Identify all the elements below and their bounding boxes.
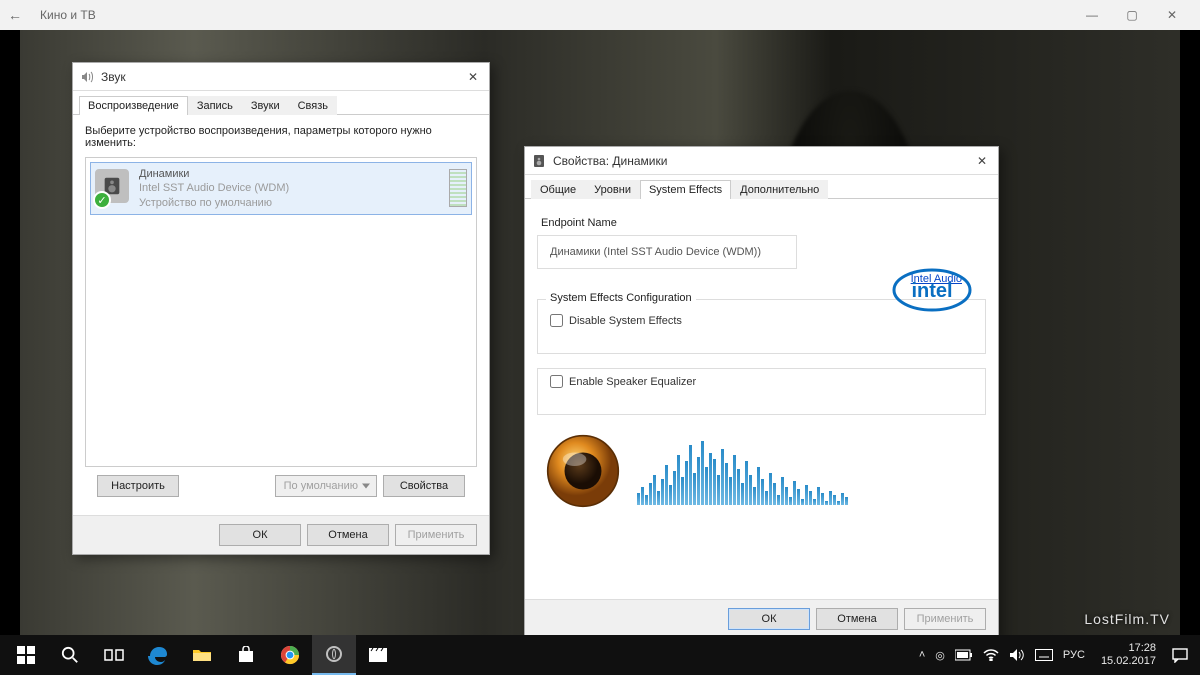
- endpoint-name-box: Динамики (Intel SST Audio Device (WDM)): [537, 235, 797, 269]
- device-driver: Intel SST Audio Device (WDM): [139, 181, 449, 195]
- instruction-text: Выберите устройство воспроизведения, пар…: [85, 125, 477, 149]
- device-item-speakers[interactable]: ✓ Динамики Intel SST Audio Device (WDM) …: [90, 162, 472, 215]
- app-icon-active[interactable]: [312, 635, 356, 675]
- taskbar: ˄ ◎ РУС 17:28 15.02.2017: [0, 635, 1200, 675]
- sound-dialog: Звук ✕ Воспроизведение Запись Звуки Связ…: [72, 62, 490, 555]
- wifi-icon[interactable]: [983, 649, 999, 661]
- svg-text:intel: intel: [911, 280, 952, 302]
- sound-dialog-title: Звук: [101, 70, 126, 84]
- app-title: Кино и ТВ: [40, 8, 96, 22]
- set-default-button[interactable]: По умолчанию: [275, 475, 377, 497]
- properties-tabs: Общие Уровни System Effects Дополнительн…: [525, 175, 998, 199]
- battery-icon[interactable]: [955, 649, 973, 661]
- edge-icon[interactable]: [136, 635, 180, 675]
- movies-tv-icon[interactable]: [356, 635, 400, 675]
- location-icon[interactable]: ◎: [935, 649, 945, 662]
- tab-general[interactable]: Общие: [531, 180, 585, 199]
- close-button[interactable]: ✕: [1152, 8, 1192, 22]
- level-meter: [449, 169, 467, 207]
- tab-recording[interactable]: Запись: [188, 96, 242, 115]
- device-status: Устройство по умолчанию: [139, 196, 449, 210]
- device-name: Динамики: [139, 167, 449, 181]
- properties-button[interactable]: Свойства: [383, 475, 465, 497]
- volume-icon[interactable]: [1009, 648, 1025, 662]
- action-center-icon[interactable]: [1172, 647, 1188, 663]
- cancel-button[interactable]: Отмена: [816, 608, 898, 630]
- clock[interactable]: 17:28 15.02.2017: [1095, 642, 1162, 667]
- properties-title: Свойства: Динамики: [553, 154, 667, 168]
- system-effects-group-label: System Effects Configuration: [546, 292, 696, 304]
- tab-advanced[interactable]: Дополнительно: [731, 180, 828, 199]
- store-icon[interactable]: [224, 635, 268, 675]
- start-button[interactable]: [4, 635, 48, 675]
- properties-titlebar[interactable]: Свойства: Динамики ✕: [525, 147, 998, 175]
- cancel-button[interactable]: Отмена: [307, 524, 389, 546]
- ok-button[interactable]: ОК: [728, 608, 810, 630]
- close-icon[interactable]: ✕: [463, 67, 483, 87]
- tab-system-effects[interactable]: System Effects: [640, 180, 731, 199]
- language-indicator[interactable]: РУС: [1063, 649, 1085, 661]
- clock-date: 15.02.2017: [1101, 655, 1156, 668]
- video-watermark: LostFilm.TV: [1084, 611, 1170, 627]
- system-tray: ˄ ◎ РУС 17:28 15.02.2017: [911, 642, 1196, 667]
- check-icon: ✓: [93, 191, 111, 209]
- search-icon[interactable]: [48, 635, 92, 675]
- properties-dialog: Свойства: Динамики ✕ Общие Уровни System…: [524, 146, 999, 639]
- speaker-small-icon: [531, 153, 547, 169]
- file-explorer-icon[interactable]: [180, 635, 224, 675]
- ok-button[interactable]: ОК: [219, 524, 301, 546]
- equalizer-graphic: [637, 437, 848, 505]
- sound-tabs: Воспроизведение Запись Звуки Связь: [73, 91, 489, 115]
- keyboard-icon[interactable]: [1035, 649, 1053, 661]
- enable-speaker-equalizer-checkbox[interactable]: Enable Speaker Equalizer: [548, 369, 975, 404]
- visualization-row: [537, 429, 986, 513]
- maximize-button[interactable]: ▢: [1112, 8, 1152, 22]
- apply-button[interactable]: Применить: [904, 608, 986, 630]
- apply-button[interactable]: Применить: [395, 524, 477, 546]
- device-list[interactable]: ✓ Динамики Intel SST Audio Device (WDM) …: [85, 157, 477, 467]
- tab-playback[interactable]: Воспроизведение: [79, 96, 188, 115]
- tab-communications[interactable]: Связь: [289, 96, 337, 115]
- close-icon[interactable]: ✕: [972, 151, 992, 171]
- intel-logo: intel: [890, 265, 974, 315]
- disable-effects-input[interactable]: [550, 314, 563, 327]
- app-titlebar: ← Кино и ТВ — ▢ ✕: [0, 0, 1200, 30]
- clock-time: 17:28: [1101, 642, 1156, 655]
- back-icon[interactable]: ←: [8, 7, 22, 23]
- sound-icon: [79, 69, 95, 85]
- enable-eq-input[interactable]: [550, 375, 563, 388]
- chrome-icon[interactable]: [268, 635, 312, 675]
- gold-speaker-icon: [541, 429, 625, 513]
- tab-sounds[interactable]: Звуки: [242, 96, 289, 115]
- enable-eq-label: Enable Speaker Equalizer: [569, 376, 696, 388]
- tab-levels[interactable]: Уровни: [585, 180, 640, 199]
- tray-chevron-icon[interactable]: ˄: [919, 649, 925, 661]
- configure-button[interactable]: Настроить: [97, 475, 179, 497]
- minimize-button[interactable]: —: [1072, 8, 1112, 22]
- disable-effects-label: Disable System Effects: [569, 315, 682, 327]
- endpoint-label: Endpoint Name: [541, 217, 986, 229]
- sound-dialog-titlebar[interactable]: Звук ✕: [73, 63, 489, 91]
- task-view-icon[interactable]: [92, 635, 136, 675]
